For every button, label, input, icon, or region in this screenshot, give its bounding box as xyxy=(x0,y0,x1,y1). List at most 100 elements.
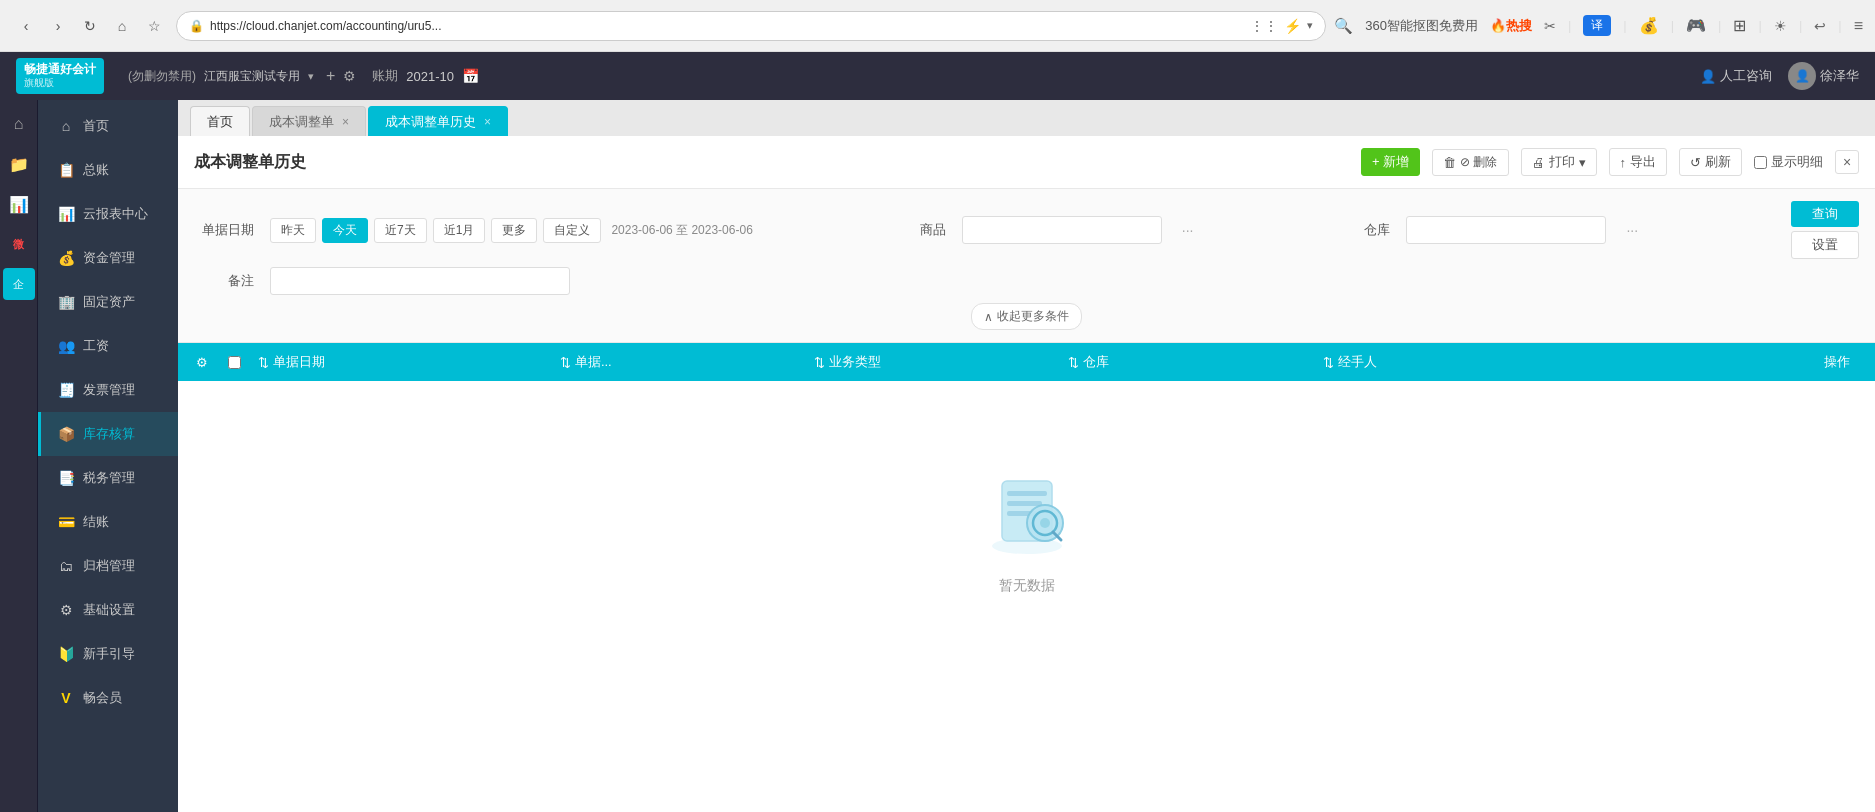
collapse-icon: ∧ xyxy=(984,310,993,324)
warehouse-ellipsis[interactable]: ··· xyxy=(1622,222,1642,238)
sidebar-item-tax[interactable]: 📑 税务管理 xyxy=(38,456,178,500)
page-close-button[interactable]: × xyxy=(1835,150,1859,174)
today-btn[interactable]: 今天 xyxy=(322,218,368,243)
sidebar-item-payroll[interactable]: 👥 工资 xyxy=(38,324,178,368)
7days-btn[interactable]: 近7天 xyxy=(374,218,427,243)
tab-cost-adjust-history-close-icon[interactable]: × xyxy=(484,115,491,129)
table-header-warehouse[interactable]: ⇅ 仓库 xyxy=(1060,353,1314,371)
svg-rect-3 xyxy=(1007,501,1042,506)
sidebar-item-archive[interactable]: 🗂 归档管理 xyxy=(38,544,178,588)
product-ellipsis[interactable]: ··· xyxy=(1178,222,1198,238)
table-header-num[interactable]: ⇅ 单据... xyxy=(552,353,806,371)
delete-button[interactable]: 🗑 ⊘ 删除 xyxy=(1432,149,1508,176)
table-settings-icon[interactable]: ⚙ xyxy=(186,355,218,370)
ledger-nav-icon: 📋 xyxy=(57,162,75,178)
divider5: | xyxy=(1758,18,1761,33)
add-account-icon[interactable]: + xyxy=(326,67,335,85)
show-detail-checkbox[interactable] xyxy=(1754,156,1767,169)
export-button[interactable]: ↑ 导出 xyxy=(1609,148,1668,176)
settings-gear-icon[interactable]: ⚙ xyxy=(343,68,356,84)
filter-row-2: 备注 xyxy=(194,267,1859,295)
calendar-icon[interactable]: 📅 xyxy=(462,68,479,84)
settings-button[interactable]: 设置 xyxy=(1791,231,1859,259)
sort-icon-date: ⇅ xyxy=(258,355,269,370)
lightning-icon[interactable]: ⚡ xyxy=(1284,18,1301,34)
1month-btn[interactable]: 近1月 xyxy=(433,218,486,243)
search-icon[interactable]: 🔍 xyxy=(1334,17,1353,35)
search-button[interactable]: 查询 xyxy=(1791,201,1859,227)
account-dropdown-icon[interactable]: ▾ xyxy=(308,70,314,83)
hot-search-label[interactable]: 🔥热搜 xyxy=(1490,17,1532,35)
table-header-date[interactable]: ⇅ 单据日期 xyxy=(250,353,552,371)
scissors-icon[interactable]: ✂ xyxy=(1544,18,1556,34)
payroll-nav-icon: 👥 xyxy=(57,338,75,354)
sidebar-icon-home[interactable]: ⌂ xyxy=(3,108,35,140)
back-button[interactable]: ‹ xyxy=(12,12,40,40)
tab-cost-adjust-close-icon[interactable]: × xyxy=(342,115,349,129)
consulting-label: 人工咨询 xyxy=(1720,67,1772,85)
delete-label: ⊘ 删除 xyxy=(1460,154,1497,171)
sidebar-item-settle[interactable]: 💳 结账 xyxy=(38,500,178,544)
account-name: 江西服宝测试专用 xyxy=(204,68,300,85)
sidebar-item-reports[interactable]: 📊 云报表中心 xyxy=(38,192,178,236)
app-logo[interactable]: 畅捷通好会计 旗舰版 xyxy=(16,58,104,94)
tab-cost-adjust[interactable]: 成本调整单 × xyxy=(252,106,366,136)
sidebar-icon-chart[interactable]: 📊 xyxy=(3,188,35,220)
star-button[interactable]: ☆ xyxy=(140,12,168,40)
sidebar-item-invoices[interactable]: 🧾 发票管理 xyxy=(38,368,178,412)
brightness-icon[interactable]: ☀ xyxy=(1774,18,1787,34)
sidebar-item-vip-label: 畅会员 xyxy=(83,689,122,707)
sidebar-item-inventory[interactable]: 📦 库存核算 xyxy=(38,412,178,456)
translate-button[interactable]: 译 xyxy=(1583,15,1611,36)
refresh-button-page[interactable]: ↺ 刷新 xyxy=(1679,148,1742,176)
sidebar-item-fixed-assets[interactable]: 🏢 固定资产 xyxy=(38,280,178,324)
game-icon[interactable]: 🎮 xyxy=(1686,16,1706,35)
table-select-all[interactable] xyxy=(218,356,250,369)
note-filter-input[interactable] xyxy=(270,267,570,295)
header-type-label: 业务类型 xyxy=(829,353,881,371)
product-filter-input[interactable] xyxy=(962,216,1162,244)
forward-button[interactable]: › xyxy=(44,12,72,40)
new-button[interactable]: + 新增 xyxy=(1361,148,1420,176)
refresh-button[interactable]: ↻ xyxy=(76,12,104,40)
sidebar-item-ledger[interactable]: 📋 总账 xyxy=(38,148,178,192)
period-value: 2021-10 xyxy=(406,69,454,84)
print-button[interactable]: 🖨 打印 ▾ xyxy=(1521,148,1597,176)
warehouse-filter-input[interactable] xyxy=(1406,216,1606,244)
more-btn[interactable]: 更多 xyxy=(491,218,537,243)
select-all-checkbox[interactable] xyxy=(228,356,241,369)
dropdown-icon[interactable]: ▾ xyxy=(1307,19,1313,32)
custom-btn[interactable]: 自定义 xyxy=(543,218,601,243)
fixed-assets-nav-icon: 🏢 xyxy=(57,294,75,310)
sidebar-item-funds[interactable]: 💰 资金管理 xyxy=(38,236,178,280)
apps-grid-icon[interactable]: ⊞ xyxy=(1733,16,1746,35)
sidebar-item-home[interactable]: ⌂ 首页 xyxy=(38,104,178,148)
print-label: 打印 xyxy=(1549,153,1575,171)
wallet-icon[interactable]: 💰 xyxy=(1639,16,1659,35)
table-header-operator[interactable]: ⇅ 经手人 xyxy=(1315,353,1569,371)
sidebar-icon-active[interactable]: 企 xyxy=(3,268,35,300)
collapse-filter-button[interactable]: ∧ 收起更多条件 xyxy=(971,303,1082,330)
sidebar-icon-folder[interactable]: 📁 xyxy=(3,148,35,180)
menu-icon[interactable]: ≡ xyxy=(1854,17,1863,35)
invoices-nav-icon: 🧾 xyxy=(57,382,75,398)
page-close-icon: × xyxy=(1843,154,1851,170)
tab-cost-adjust-history[interactable]: 成本调整单历史 × xyxy=(368,106,508,136)
sidebar-icon-weibo[interactable]: 微 xyxy=(3,228,35,260)
tab-home[interactable]: 首页 xyxy=(190,106,250,136)
show-detail-checkbox-wrapper[interactable]: 显示明细 xyxy=(1754,153,1823,171)
undo-icon[interactable]: ↩ xyxy=(1814,18,1826,34)
vip-nav-icon: V xyxy=(57,690,75,706)
empty-illustration xyxy=(977,461,1077,561)
home-button[interactable]: ⌂ xyxy=(108,12,136,40)
table-header-type[interactable]: ⇅ 业务类型 xyxy=(806,353,1060,371)
yesterday-btn[interactable]: 昨天 xyxy=(270,218,316,243)
user-menu-button[interactable]: 👤 徐泽华 xyxy=(1788,62,1859,90)
sidebar-item-settle-label: 结账 xyxy=(83,513,109,531)
sidebar-item-vip[interactable]: V 畅会员 xyxy=(38,676,178,720)
browser-apps-icon[interactable]: ⋮⋮ xyxy=(1250,18,1278,34)
consulting-button[interactable]: 👤 人工咨询 xyxy=(1700,67,1772,85)
sidebar-item-settings[interactable]: ⚙ 基础设置 xyxy=(38,588,178,632)
sidebar-item-guide[interactable]: 🔰 新手引导 xyxy=(38,632,178,676)
address-bar[interactable]: 🔒 https://cloud.chanjet.com/accounting/u… xyxy=(176,11,1326,41)
